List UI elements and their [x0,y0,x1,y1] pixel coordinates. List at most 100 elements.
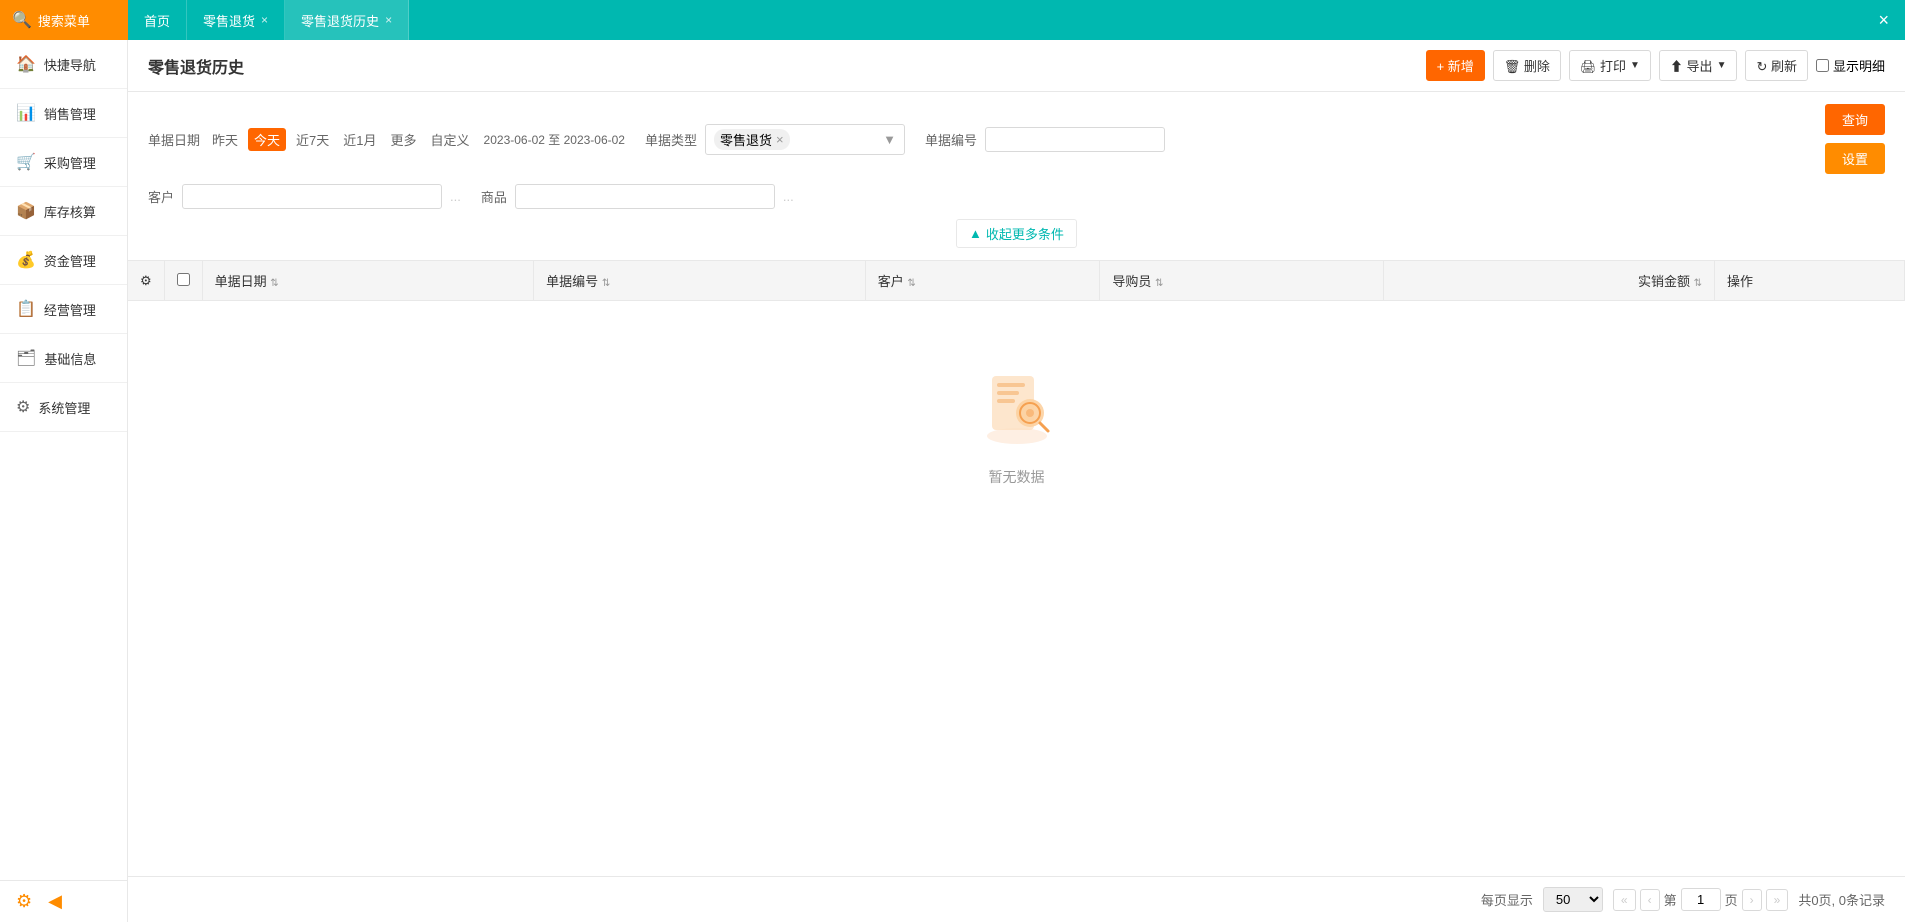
prev-page-button[interactable]: ‹ [1640,889,1660,911]
filter-row-1: 单据日期 昨天 今天 近7天 近1月 更多 自定义 2023-06-02 至 2… [148,104,1885,174]
sales-icon: 📊 [16,103,36,123]
th-action: 操作 [1715,261,1905,301]
sort-date-icon[interactable]: ⇅ [270,278,278,289]
purchase-icon: 🛒 [16,152,36,172]
doc-type-select[interactable]: 零售退货 × ▼ [705,124,905,155]
date-btn-custom[interactable]: 自定义 [427,128,474,151]
date-btn-more[interactable]: 更多 [387,128,421,151]
select-all-checkbox[interactable] [177,273,190,286]
set-button[interactable]: 设置 [1825,143,1885,174]
sort-guide-icon[interactable]: ⇅ [1155,278,1163,289]
sort-amount-icon[interactable]: ⇅ [1694,278,1702,289]
close-tab-retail-return[interactable]: × [261,13,268,27]
pagination: 每页显示 10 20 50 100 « ‹ 第 页 › » 共0页, 0条记录 [128,876,1905,922]
per-page-label: 每页显示 [1481,890,1533,909]
print-button[interactable]: 🖨 打印 ▼ [1569,50,1651,81]
page-suffix: 页 [1725,890,1738,909]
main-layout: 🏠 快捷导航 📊 销售管理 🛒 采购管理 📦 库存核算 💰 资金管理 📋 经营管… [0,40,1905,922]
date-btn-today[interactable]: 今天 [248,128,286,151]
last-page-button[interactable]: » [1766,889,1789,911]
tab-bar: 首页 零售退货 × 零售退货历史 × [128,0,1862,40]
first-page-button[interactable]: « [1613,889,1636,911]
sort-number-icon[interactable]: ⇅ [602,278,610,289]
th-checkbox[interactable] [164,261,202,301]
table-header-row: ⚙ 单据日期 ⇅ 单据编号 ⇅ [128,261,1905,301]
date-filter-field: 单据日期 昨天 今天 近7天 近1月 更多 自定义 2023-06-02 至 2… [148,128,625,151]
tab-retail-return-history[interactable]: 零售退货历史 × [285,0,409,40]
top-bar: 🔍 搜索菜单 首页 零售退货 × 零售退货历史 × × [0,0,1905,40]
th-number[interactable]: 单据编号 ⇅ [534,261,866,301]
content-area: 零售退货历史 + 新增 🗑 删除 🖨 打印 ▼ ⬆ 导出 ▼ ↻ 刷新 显示明细 [128,40,1905,922]
collapse-filters-button[interactable]: ▲ 收起更多条件 [956,219,1077,248]
th-settings[interactable]: ⚙ [128,261,164,301]
print-dropdown-icon: ▼ [1630,60,1640,71]
page-input[interactable] [1681,888,1721,911]
sidebar-item-finance[interactable]: 💰 资金管理 [0,236,127,285]
settings-col-icon[interactable]: ⚙ [140,273,152,288]
table-wrap: ⚙ 单据日期 ⇅ 单据编号 ⇅ [128,261,1905,876]
sidebar-item-system[interactable]: ⚙ 系统管理 [0,383,127,432]
date-filter-options: 昨天 今天 近7天 近1月 更多 自定义 2023-06-02 至 2023-0… [208,128,625,151]
empty-state: 暂无数据 [128,301,1905,547]
search-menu-button[interactable]: 🔍 搜索菜单 [0,0,128,40]
goods-dots: ... [783,189,794,204]
goods-input[interactable] [515,184,775,209]
table-area: ⚙ 单据日期 ⇅ 单据编号 ⇅ [128,261,1905,922]
tab-home[interactable]: 首页 [128,0,187,40]
page-label: 第 [1664,890,1677,909]
window-close-button[interactable]: × [1862,10,1905,31]
date-btn-yesterday[interactable]: 昨天 [208,128,242,151]
inventory-icon: 📦 [16,201,36,221]
sidebar-item-inventory[interactable]: 📦 库存核算 [0,187,127,236]
add-button[interactable]: + 新增 [1426,50,1485,81]
customer-filter-field: 客户 ... [148,184,461,209]
goods-label: 商品 [481,187,507,206]
query-button[interactable]: 查询 [1825,104,1885,135]
page-header: 零售退货历史 + 新增 🗑 删除 🖨 打印 ▼ ⬆ 导出 ▼ ↻ 刷新 显示明细 [128,40,1905,92]
customer-dots: ... [450,189,461,204]
finance-icon: 💰 [16,250,36,270]
th-guide[interactable]: 导购员 ⇅ [1100,261,1383,301]
sidebar-item-purchase[interactable]: 🛒 采购管理 [0,138,127,187]
sidebar-item-basic-info[interactable]: 🗂 基础信息 [0,334,127,383]
show-detail-checkbox-label[interactable]: 显示明细 [1816,56,1885,75]
page-nav: « ‹ 第 页 › » [1613,888,1788,911]
show-detail-checkbox[interactable] [1816,59,1829,72]
doc-type-filter-field: 单据类型 零售退货 × ▼ [645,124,905,155]
th-amount[interactable]: 实销金额 ⇅ [1383,261,1715,301]
date-range-display: 2023-06-02 至 2023-06-02 [484,131,625,148]
toolbar: + 新增 🗑 删除 🖨 打印 ▼ ⬆ 导出 ▼ ↻ 刷新 显示明细 [1426,50,1885,81]
goods-filter-field: 商品 ... [481,184,794,209]
customer-input[interactable] [182,184,442,209]
customer-label: 客户 [148,187,174,206]
th-date[interactable]: 单据日期 ⇅ [202,261,534,301]
collapse-sidebar-icon[interactable]: ◀ [48,891,62,912]
next-page-button[interactable]: › [1742,889,1762,911]
page-title: 零售退货历史 [148,54,244,78]
tab-retail-return[interactable]: 零售退货 × [187,0,285,40]
delete-button[interactable]: 🗑 删除 [1493,50,1561,81]
sidebar-item-operations[interactable]: 📋 经营管理 [0,285,127,334]
settings-icon[interactable]: ⚙ [16,891,32,912]
info-icon: 🗂 [16,348,36,368]
date-btn-7days[interactable]: 近7天 [292,128,333,151]
export-button[interactable]: ⬆ 导出 ▼ [1659,50,1738,81]
total-info: 共0页, 0条记录 [1798,890,1885,909]
doc-type-label: 单据类型 [645,130,697,149]
filter-area: 单据日期 昨天 今天 近7天 近1月 更多 自定义 2023-06-02 至 2… [128,92,1905,261]
empty-icon [972,361,1062,451]
sidebar-item-quick-nav[interactable]: 🏠 快捷导航 [0,40,127,89]
doc-number-input[interactable] [985,127,1165,152]
collapse-icon: ▲ [969,226,982,241]
per-page-select[interactable]: 10 20 50 100 [1543,887,1603,912]
th-customer[interactable]: 客户 ⇅ [865,261,1100,301]
sidebar: 🏠 快捷导航 📊 销售管理 🛒 采购管理 📦 库存核算 💰 资金管理 📋 经营管… [0,40,128,922]
empty-text: 暂无数据 [989,467,1045,487]
refresh-button[interactable]: ↻ 刷新 [1745,50,1808,81]
date-btn-1month[interactable]: 近1月 [339,128,380,151]
sort-customer-icon[interactable]: ⇅ [907,278,915,289]
sidebar-item-sales[interactable]: 📊 销售管理 [0,89,127,138]
doc-type-dropdown-icon: ▼ [883,132,896,147]
close-tab-retail-return-history[interactable]: × [385,13,392,27]
doc-type-tag-remove[interactable]: × [776,132,784,147]
